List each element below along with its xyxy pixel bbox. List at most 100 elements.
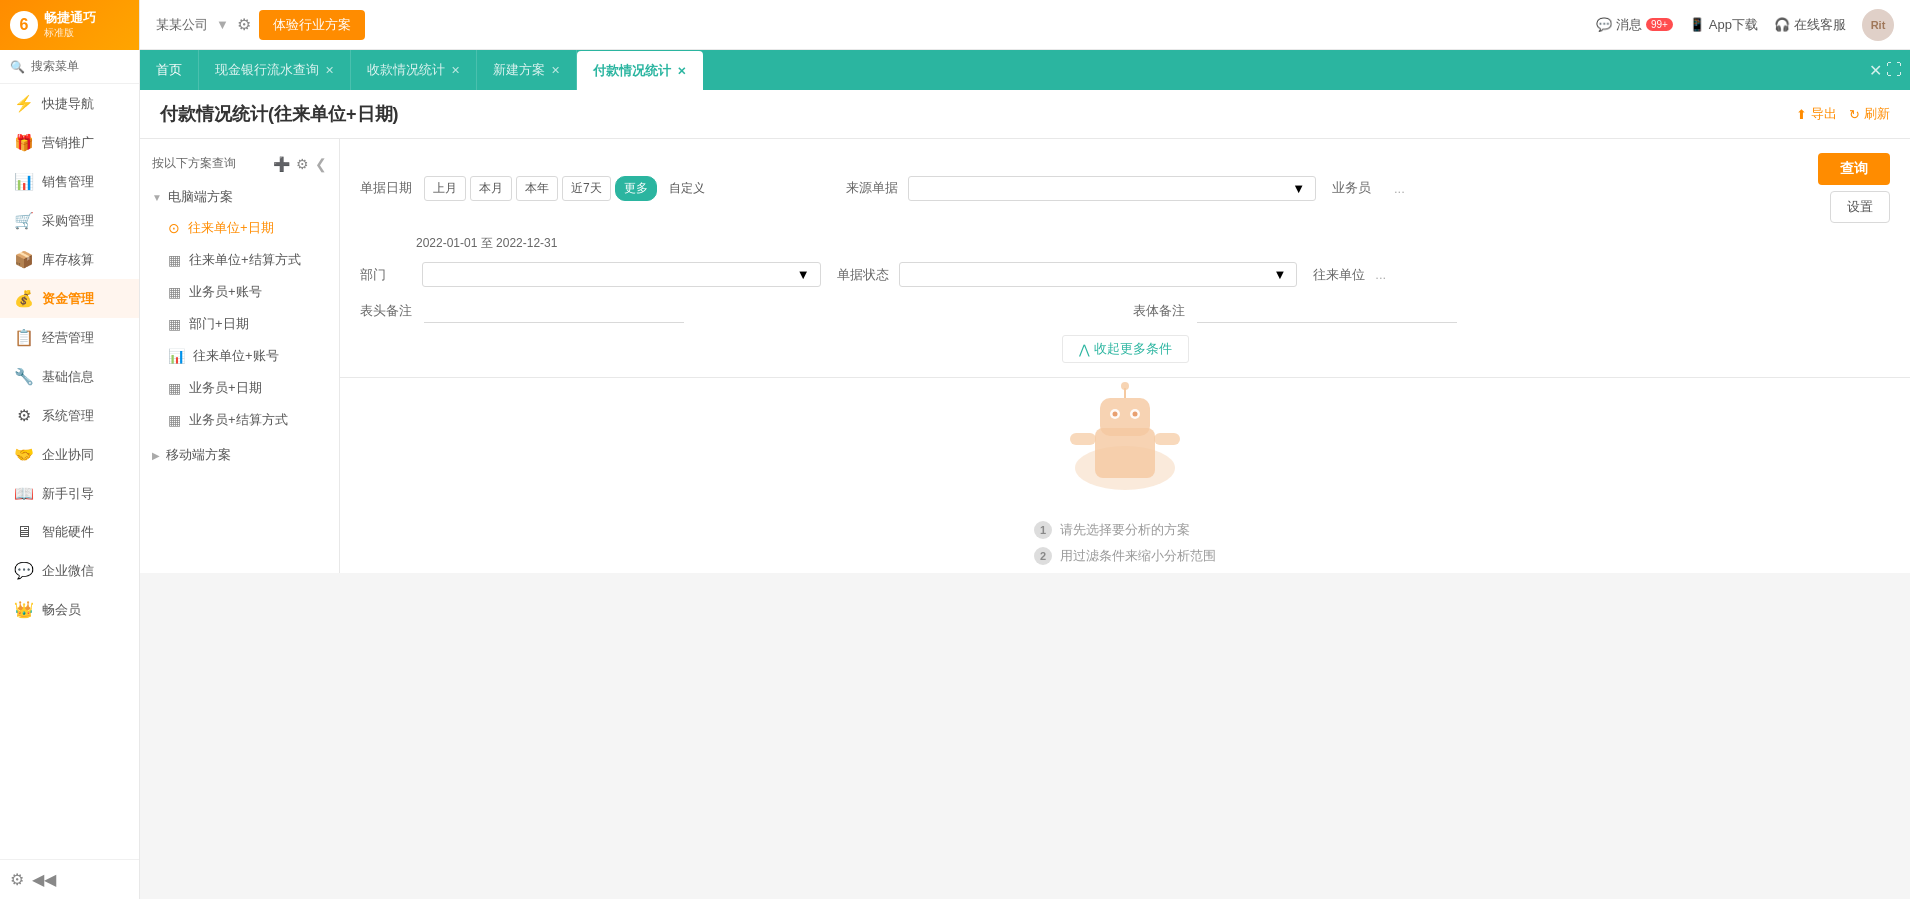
sidebar-item-marketing[interactable]: 🎁 营销推广 xyxy=(0,123,139,162)
service-icon: 🎧 xyxy=(1774,17,1790,32)
hint-item-2: 2 用过滤条件来缩小分析范围 xyxy=(1034,547,1216,565)
tab-receipt-label: 收款情况统计 xyxy=(367,61,445,79)
app-download-item[interactable]: 📱 App下载 xyxy=(1689,16,1758,34)
query-button[interactable]: 查询 xyxy=(1818,153,1890,185)
body-note-input[interactable] xyxy=(1197,299,1457,323)
trial-button[interactable]: 体验行业方案 xyxy=(259,10,365,40)
refresh-icon: ↻ xyxy=(1849,107,1860,122)
body-note-label: 表体备注 xyxy=(1133,302,1189,320)
tab-close-all-icon[interactable]: ✕ xyxy=(1869,61,1882,80)
tab-payment[interactable]: 付款情况统计 ✕ xyxy=(577,51,703,91)
sidebar-item-inventory[interactable]: 📦 库存核算 xyxy=(0,240,139,279)
schema-item-label: 业务员+结算方式 xyxy=(189,411,288,429)
sidebar-item-guide[interactable]: 📖 新手引导 xyxy=(0,474,139,513)
hint-item-1: 1 请先选择要分析的方案 xyxy=(1034,521,1216,539)
sidebar-item-sales[interactable]: 📊 销售管理 xyxy=(0,162,139,201)
sidebar-item-label: 企业协同 xyxy=(42,446,94,464)
dropdown-arrow-icon[interactable]: ▼ xyxy=(216,17,229,32)
tab-bank-close-icon[interactable]: ✕ xyxy=(325,64,334,77)
svg-point-8 xyxy=(1121,382,1129,390)
date-custom-label[interactable]: 自定义 xyxy=(661,177,713,200)
schema-item-dept-date[interactable]: ▦ 部门+日期 xyxy=(140,308,339,340)
search-menu[interactable]: 🔍 搜索菜单 xyxy=(0,50,139,84)
sidebar-item-finance[interactable]: 💰 资金管理 xyxy=(0,279,139,318)
tab-receipt-close-icon[interactable]: ✕ xyxy=(451,64,460,77)
collapse-label: 收起更多条件 xyxy=(1094,340,1172,358)
schema-item-partner-account[interactable]: 📊 往来单位+账号 xyxy=(140,340,339,372)
refresh-label: 刷新 xyxy=(1864,105,1890,123)
left-panel: 按以下方案查询 ➕ ⚙ ❮ ▼ 电脑端方案 ⊙ 往来单位+日期 xyxy=(140,139,340,573)
system-icon: ⚙ xyxy=(14,406,34,425)
body-note-filter: 表体备注 xyxy=(1133,299,1890,323)
sidebar-item-wechat[interactable]: 💬 企业微信 xyxy=(0,551,139,590)
sidebar-item-purchase[interactable]: 🛒 采购管理 xyxy=(0,201,139,240)
date-btn-last7[interactable]: 近7天 xyxy=(562,176,611,201)
marketing-icon: 🎁 xyxy=(14,133,34,152)
avatar[interactable]: Rit xyxy=(1862,9,1894,41)
bill-status-select[interactable]: ▼ xyxy=(899,262,1298,287)
svg-point-6 xyxy=(1133,412,1138,417)
tab-payment-close-icon[interactable]: ✕ xyxy=(677,65,686,78)
sidebar-item-quick-nav[interactable]: ⚡ 快捷导航 xyxy=(0,84,139,123)
date-btn-this-year[interactable]: 本年 xyxy=(516,176,558,201)
sidebar: 6 畅捷通巧 标准版 🔍 搜索菜单 ⚡ 快捷导航 🎁 营销推广 📊 销售管理 🛒… xyxy=(0,0,140,899)
add-schema-icon[interactable]: ➕ xyxy=(273,156,290,172)
collapse-row: ⋀ 收起更多条件 xyxy=(360,335,1890,363)
source-filter: 来源单据 ▼ xyxy=(846,176,1316,201)
header-note-input[interactable] xyxy=(424,299,684,323)
tab-home[interactable]: 首页 xyxy=(140,50,199,90)
tab-receipt[interactable]: 收款情况统计 ✕ xyxy=(351,50,477,90)
sidebar-item-operations[interactable]: 📋 经营管理 xyxy=(0,318,139,357)
schema-settings-icon[interactable]: ⚙ xyxy=(296,156,309,172)
tab-new-plan[interactable]: 新建方案 ✕ xyxy=(477,50,577,90)
schema-item-icon-7: ▦ xyxy=(168,412,181,428)
collapse-button[interactable]: ⋀ 收起更多条件 xyxy=(1062,335,1189,363)
sidebar-item-basic[interactable]: 🔧 基础信息 xyxy=(0,357,139,396)
sidebar-item-hardware[interactable]: 🖥 智能硬件 xyxy=(0,513,139,551)
sidebar-item-enterprise[interactable]: 🤝 企业协同 xyxy=(0,435,139,474)
messages-badge: 99+ xyxy=(1646,18,1673,31)
schema-item-partner-date[interactable]: ⊙ 往来单位+日期 xyxy=(140,212,339,244)
filter-panel: 单据日期 上月 本月 本年 近7天 更多 自定义 来源单据 xyxy=(340,139,1910,378)
tab-expand-icon[interactable]: ⛶ xyxy=(1886,61,1902,80)
settings-icon[interactable]: ⚙ xyxy=(237,15,251,34)
robot-illustration xyxy=(1045,378,1205,498)
settings-gear-icon[interactable]: ⚙ xyxy=(10,870,24,889)
tab-new-plan-close-icon[interactable]: ✕ xyxy=(551,64,560,77)
svg-rect-9 xyxy=(1070,433,1096,445)
schema-item-icon-4: ▦ xyxy=(168,316,181,332)
collapse-sidebar-icon[interactable]: ◀◀ xyxy=(32,870,56,889)
schema-section-mobile-header[interactable]: ▶ 移动端方案 xyxy=(140,440,339,470)
section-label: 移动端方案 xyxy=(166,446,231,464)
dept-filter: 部门 ▼ xyxy=(360,262,821,287)
sidebar-item-member[interactable]: 👑 畅会员 xyxy=(0,590,139,629)
schema-section-desktop-header[interactable]: ▼ 电脑端方案 xyxy=(140,182,339,212)
source-select[interactable]: ▼ xyxy=(908,176,1316,201)
schema-item-salesman-settle[interactable]: ▦ 业务员+结算方式 xyxy=(140,404,339,436)
schema-item-icon-5: 📊 xyxy=(168,348,185,364)
settings-button[interactable]: 设置 xyxy=(1830,191,1890,223)
sidebar-item-label: 畅会员 xyxy=(42,601,81,619)
online-service-item[interactable]: 🎧 在线客服 xyxy=(1774,16,1846,34)
date-btn-more[interactable]: 更多 xyxy=(615,176,657,201)
date-btn-last-month[interactable]: 上月 xyxy=(424,176,466,201)
sidebar-item-system[interactable]: ⚙ 系统管理 xyxy=(0,396,139,435)
date-label: 单据日期 xyxy=(360,179,416,197)
svg-point-5 xyxy=(1113,412,1118,417)
schema-item-salesman-date[interactable]: ▦ 业务员+日期 xyxy=(140,372,339,404)
messages-item[interactable]: 💬 消息 99+ xyxy=(1596,16,1673,34)
tab-bank[interactable]: 现金银行流水查询 ✕ xyxy=(199,50,351,90)
partner-filter: 往来单位 ... xyxy=(1313,266,1774,284)
hint-text-2: 用过滤条件来缩小分析范围 xyxy=(1060,547,1216,565)
query-actions: 查询 设置 xyxy=(1818,153,1890,223)
tab-bank-label: 现金银行流水查询 xyxy=(215,61,319,79)
schema-item-partner-settle[interactable]: ▦ 往来单位+结算方式 xyxy=(140,244,339,276)
refresh-action[interactable]: ↻ 刷新 xyxy=(1849,105,1890,123)
section-label: 电脑端方案 xyxy=(168,188,233,206)
collapse-left-icon[interactable]: ❮ xyxy=(315,156,327,172)
company-name: 某某公司 xyxy=(156,16,208,34)
export-action[interactable]: ⬆ 导出 xyxy=(1796,105,1837,123)
date-btn-this-month[interactable]: 本月 xyxy=(470,176,512,201)
schema-item-salesman-account[interactable]: ▦ 业务员+账号 xyxy=(140,276,339,308)
dept-select[interactable]: ▼ xyxy=(422,262,821,287)
